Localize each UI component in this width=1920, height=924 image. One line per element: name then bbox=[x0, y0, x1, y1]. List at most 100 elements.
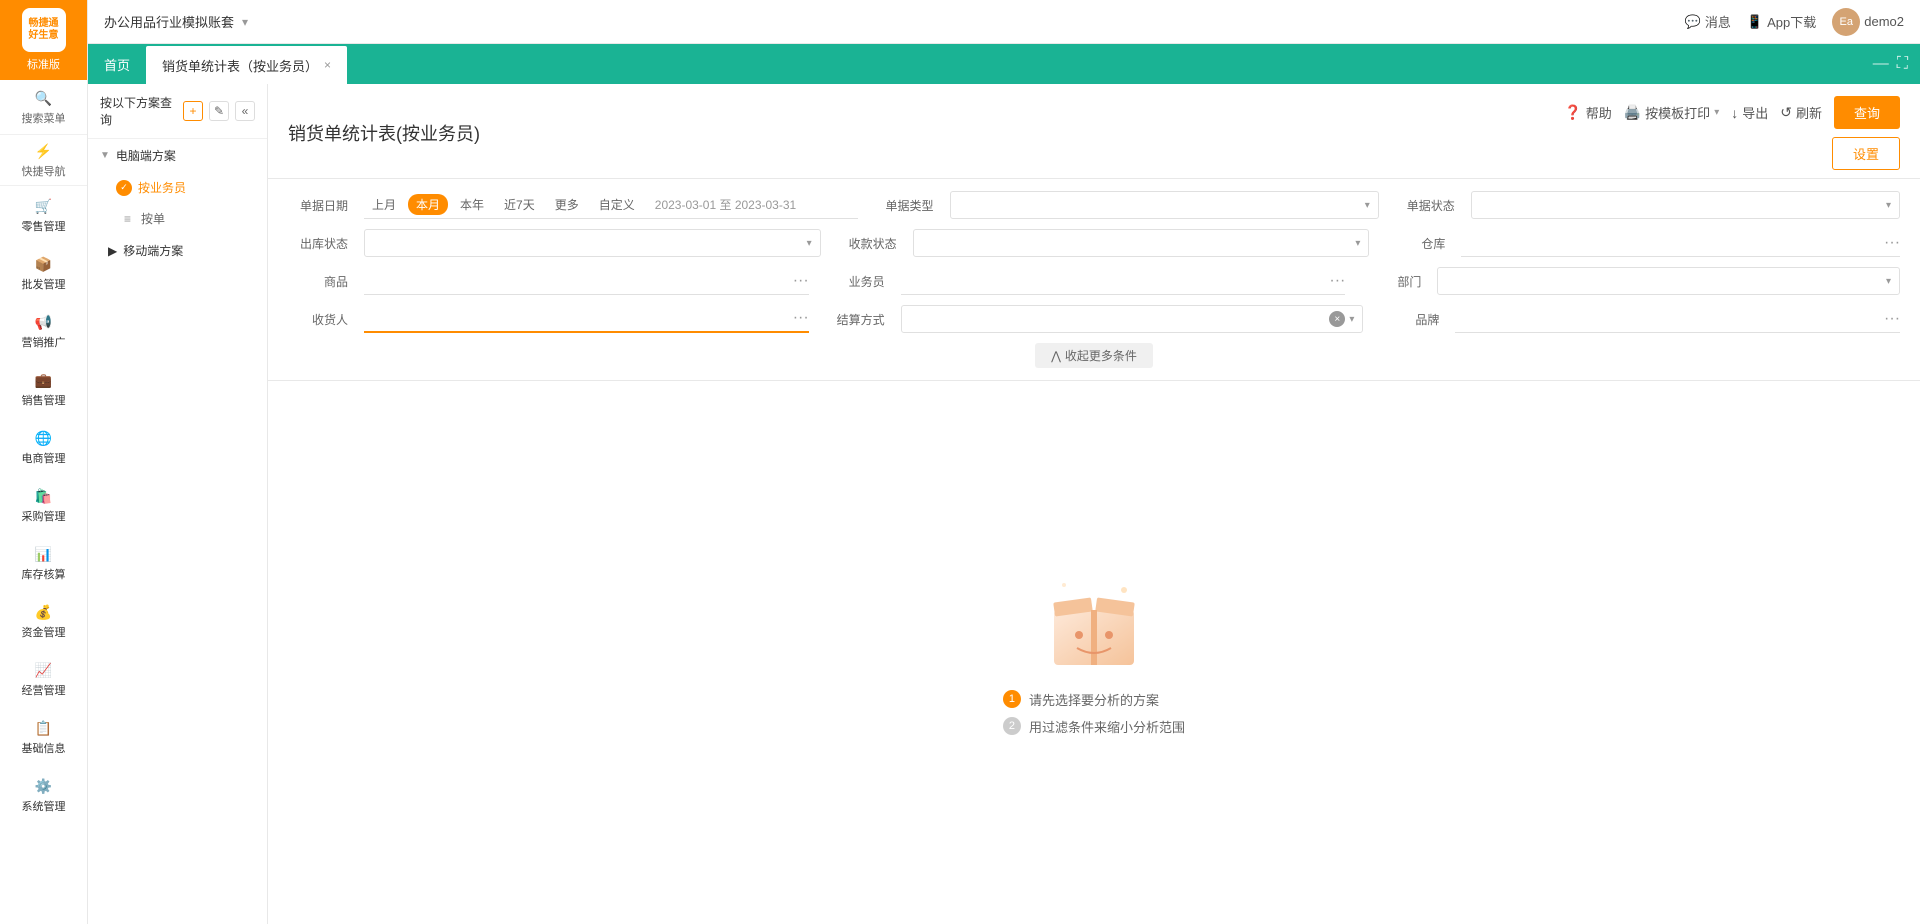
consignee-label: 收货人 bbox=[288, 311, 348, 328]
receipt-status-filter[interactable]: ▾ bbox=[913, 229, 1370, 257]
refresh-icon: ↺ bbox=[1780, 104, 1792, 121]
search-icon: 🔍 bbox=[34, 88, 54, 108]
brand-dots[interactable]: ··· bbox=[1884, 310, 1900, 328]
receipt-status-label: 收款状态 bbox=[837, 235, 897, 252]
mobile-scheme-group: ▶ 移动端方案 bbox=[88, 234, 267, 267]
salesperson-filter[interactable]: ··· bbox=[901, 267, 1346, 295]
date-tab-7days[interactable]: 近7天 bbox=[496, 194, 543, 215]
tab-minimize-button[interactable]: — bbox=[1873, 55, 1889, 73]
sidebar-item-basic[interactable]: 📋 基础信息 bbox=[0, 708, 87, 766]
order-status-filter[interactable]: ▾ bbox=[1471, 191, 1900, 219]
filter-row-2: 出库状态 ▾ 收款状态 ▾ 仓库 ··· bbox=[288, 229, 1900, 257]
edit-scheme-button[interactable]: ✎ bbox=[209, 101, 229, 121]
finance-icon: 💰 bbox=[34, 602, 54, 622]
sidebar-item-ecommerce[interactable]: 🌐 电商管理 bbox=[0, 418, 87, 476]
pc-scheme-group: ▼ 电脑端方案 ✓ 按业务员 ≡ 按单 bbox=[88, 139, 267, 234]
order-type-arrow: ▾ bbox=[1365, 200, 1370, 211]
order-type-filter[interactable]: ▾ bbox=[950, 191, 1379, 219]
warehouse-filter[interactable]: ··· bbox=[1461, 229, 1900, 257]
message-button[interactable]: 💬 消息 bbox=[1685, 12, 1731, 31]
scheme-panel-header: 按以下方案查询 + ✎ « bbox=[88, 84, 267, 139]
content-area: 按以下方案查询 + ✎ « ▼ 电脑端方案 ✓ 按业务员 ≡ 按 bbox=[88, 84, 1920, 924]
sidebar-item-operation[interactable]: 📈 经营管理 bbox=[0, 650, 87, 708]
print-dropdown-arrow[interactable]: ▾ bbox=[1714, 107, 1719, 118]
date-tab-more[interactable]: 更多 bbox=[547, 194, 587, 215]
payment-arrow: ▾ bbox=[1349, 314, 1354, 325]
date-tab-thisyear[interactable]: 本年 bbox=[452, 194, 492, 215]
page-header-actions: ❓ 帮助 🖨️ 按模板打印 ▾ ↓ 导出 bbox=[1564, 96, 1900, 170]
sidebar-item-marketing[interactable]: 📢 营销推广 bbox=[0, 302, 87, 360]
sidebar-item-sales[interactable]: 💼 销售管理 bbox=[0, 360, 87, 418]
export-button[interactable]: ↓ 导出 bbox=[1731, 103, 1768, 122]
tab-sales-stats[interactable]: 销货单统计表（按业务员） × bbox=[146, 46, 347, 84]
nav-icon: ⚡ bbox=[34, 141, 54, 161]
sidebar-item-finance[interactable]: 💰 资金管理 bbox=[0, 592, 87, 650]
topbar-title: 办公用品行业模拟账套 bbox=[104, 12, 234, 31]
product-filter[interactable]: ··· bbox=[364, 267, 809, 295]
warehouse-label: 仓库 bbox=[1385, 235, 1445, 252]
sidebar-item-purchase[interactable]: 🛍️ 采购管理 bbox=[0, 476, 87, 534]
payment-filter[interactable]: × ▾ bbox=[901, 305, 1364, 333]
add-scheme-button[interactable]: + bbox=[183, 101, 203, 121]
scheme-panel: 按以下方案查询 + ✎ « ▼ 电脑端方案 ✓ 按业务员 ≡ 按 bbox=[88, 84, 268, 924]
collapse-filters-button[interactable]: ⋀ 收起更多条件 bbox=[1035, 343, 1153, 368]
help-button[interactable]: ❓ 帮助 bbox=[1564, 103, 1611, 122]
sidebar-item-retail[interactable]: 🛒 零售管理 bbox=[0, 186, 87, 244]
consignee-filter[interactable]: ··· bbox=[364, 305, 809, 333]
dept-filter[interactable]: ▾ bbox=[1437, 267, 1900, 295]
tab-close-button[interactable]: × bbox=[324, 58, 331, 72]
date-filter: 上月 本月 本年 近7天 更多 自定义 2023-03-01 至 2023-03… bbox=[364, 191, 858, 219]
topbar-left: 办公用品行业模拟账套 ▾ bbox=[104, 12, 248, 31]
refresh-button[interactable]: ↺ 刷新 bbox=[1780, 103, 1822, 122]
sidebar-item-system[interactable]: ⚙️ 系统管理 bbox=[0, 766, 87, 824]
filter-row-1: 单据日期 上月 本月 本年 近7天 更多 自定义 2023-03-01 至 20… bbox=[288, 191, 1900, 219]
consignee-dots[interactable]: ··· bbox=[793, 309, 809, 327]
retail-icon: 🛒 bbox=[34, 196, 54, 216]
logo-icon: 畅捷通好生意 bbox=[22, 8, 66, 52]
system-icon: ⚙️ bbox=[34, 776, 54, 796]
page-title: 销货单统计表(按业务员) bbox=[288, 120, 480, 146]
topbar-dropdown-arrow[interactable]: ▾ bbox=[242, 15, 248, 29]
out-status-filter[interactable]: ▾ bbox=[364, 229, 821, 257]
setting-button[interactable]: 设置 bbox=[1832, 137, 1900, 170]
date-tab-custom[interactable]: 自定义 bbox=[591, 194, 643, 215]
print-button[interactable]: 🖨️ 按模板打印 ▾ bbox=[1624, 103, 1719, 122]
collapse-scheme-button[interactable]: « bbox=[235, 101, 255, 121]
scheme-item-order[interactable]: ≡ 按单 bbox=[88, 203, 267, 234]
order-type-label: 单据类型 bbox=[874, 197, 934, 214]
topbar: 办公用品行业模拟账套 ▾ 💬 消息 📱 App下载 Ea demo2 bbox=[88, 0, 1920, 44]
quick-nav-item[interactable]: ⚡ 快捷导航 bbox=[0, 135, 87, 186]
sidebar-logo[interactable]: 畅捷通好生意 标准版 bbox=[0, 0, 87, 80]
warehouse-dots[interactable]: ··· bbox=[1884, 234, 1900, 252]
product-dots[interactable]: ··· bbox=[793, 272, 809, 290]
tab-home[interactable]: 首页 bbox=[88, 44, 146, 84]
export-icon: ↓ bbox=[1731, 105, 1738, 121]
pc-scheme-arrow: ▼ bbox=[100, 150, 110, 161]
step-2-text: 用过滤条件来缩小分析范围 bbox=[1029, 717, 1185, 736]
step-1-number: 1 bbox=[1003, 690, 1021, 708]
sidebar-item-wholesale[interactable]: 📦 批发管理 bbox=[0, 244, 87, 302]
query-button[interactable]: 查询 bbox=[1834, 96, 1900, 129]
collapse-row: ⋀ 收起更多条件 bbox=[288, 343, 1900, 368]
date-tab-thismonth[interactable]: 本月 bbox=[408, 194, 448, 215]
step-1-text: 请先选择要分析的方案 bbox=[1029, 690, 1159, 709]
message-icon: 💬 bbox=[1685, 14, 1701, 30]
app-download-button[interactable]: 📱 App下载 bbox=[1747, 12, 1816, 31]
payment-clear-button[interactable]: × bbox=[1329, 311, 1345, 327]
pc-scheme-header[interactable]: ▼ 电脑端方案 bbox=[88, 139, 267, 172]
date-tabs: 上月 本月 本年 近7天 更多 自定义 2023-03-01 至 2023-03… bbox=[364, 194, 796, 215]
brand-filter[interactable]: ··· bbox=[1455, 305, 1900, 333]
scheme-item-salesperson[interactable]: ✓ 按业务员 bbox=[88, 172, 267, 203]
sidebar-item-inventory[interactable]: 📊 库存核算 bbox=[0, 534, 87, 592]
salesperson-dots[interactable]: ··· bbox=[1329, 272, 1345, 290]
user-menu[interactable]: Ea demo2 bbox=[1832, 8, 1904, 36]
order-icon: ≡ bbox=[124, 212, 131, 226]
tab-expand-button[interactable]: ⛶ bbox=[1897, 55, 1908, 73]
search-menu-item[interactable]: 🔍 搜索菜单 bbox=[0, 80, 87, 135]
date-tab-lastmonth[interactable]: 上月 bbox=[364, 194, 404, 215]
dept-arrow: ▾ bbox=[1886, 276, 1891, 287]
mobile-scheme-header[interactable]: ▶ 移动端方案 bbox=[88, 234, 267, 267]
operation-icon: 📈 bbox=[34, 660, 54, 680]
tabbar: 首页 销货单统计表（按业务员） × — ⛶ bbox=[88, 44, 1920, 84]
basic-icon: 📋 bbox=[34, 718, 54, 738]
